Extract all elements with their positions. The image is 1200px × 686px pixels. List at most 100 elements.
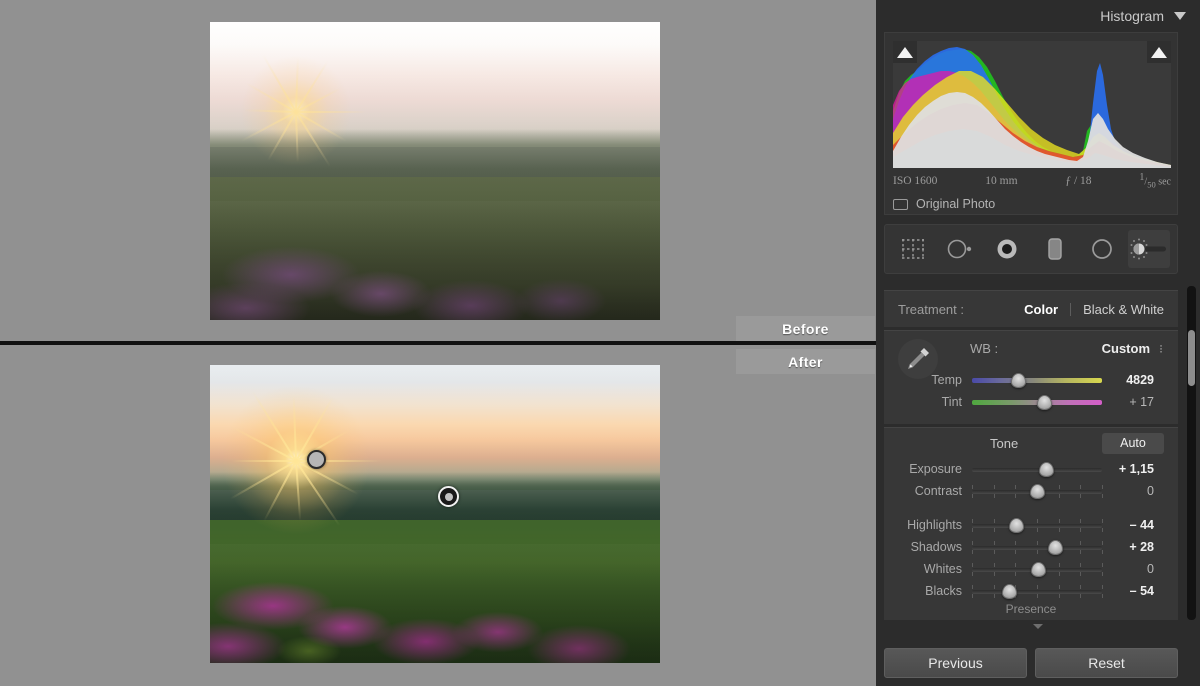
wb-value[interactable]: Custom bbox=[1102, 341, 1150, 356]
slider-value[interactable]: 0 bbox=[1102, 484, 1158, 498]
slider-value[interactable]: + 28 bbox=[1102, 540, 1158, 554]
slider-row-highlights[interactable]: Highlights – 44 bbox=[884, 514, 1178, 536]
treatment-color-option[interactable]: Color bbox=[1024, 302, 1058, 317]
slider-track[interactable] bbox=[972, 590, 1102, 594]
before-label-badge[interactable]: Before bbox=[736, 316, 875, 341]
slider-value[interactable]: – 54 bbox=[1102, 584, 1158, 598]
wb-dropdown-icon[interactable]: ⁝ bbox=[1159, 342, 1164, 356]
slider-track[interactable] bbox=[972, 378, 1102, 383]
slider-row-whites[interactable]: Whites 0 bbox=[884, 558, 1178, 580]
reset-button[interactable]: Reset bbox=[1035, 648, 1178, 678]
pin-core bbox=[444, 492, 453, 501]
slider-label: Exposure bbox=[909, 462, 962, 476]
histogram-title: Histogram bbox=[1100, 8, 1164, 24]
treatment-options: Color Black & White bbox=[1024, 302, 1164, 317]
slider-handle[interactable] bbox=[1047, 540, 1063, 555]
slider-handle[interactable] bbox=[1037, 395, 1053, 410]
panel-scrollbar-track[interactable] bbox=[1187, 286, 1196, 620]
tone-header-row: Tone Auto bbox=[884, 428, 1178, 458]
slider-track-wrap[interactable] bbox=[972, 373, 1102, 388]
slider-track[interactable] bbox=[972, 468, 1102, 472]
after-label-badge[interactable]: After bbox=[736, 349, 875, 374]
slider-track-wrap[interactable] bbox=[972, 540, 1103, 555]
slider-track-wrap[interactable] bbox=[972, 562, 1103, 577]
slider-track[interactable] bbox=[972, 524, 1102, 528]
preview-area: Before After bbox=[0, 0, 876, 686]
graduated-filter-icon bbox=[1047, 238, 1062, 260]
histogram-header[interactable]: Histogram bbox=[876, 0, 1200, 32]
tone-section: Tone Auto Exposure + 1,15 Contrast 0 Highlig… bbox=[884, 427, 1178, 620]
develop-right-panel: Histogram ISO 1600 10 mm ƒ / 18 1/50 sec… bbox=[876, 0, 1200, 686]
panel-footer: Previous Reset bbox=[884, 648, 1178, 678]
treatment-row: Treatment : Color Black & White bbox=[884, 291, 1178, 328]
tone-sliders: Exposure + 1,15 Contrast 0 Highlights – 44 Sha… bbox=[884, 458, 1178, 602]
after-pane[interactable] bbox=[0, 345, 876, 686]
photo-haze bbox=[210, 22, 660, 320]
panel-collapse-chevron-icon[interactable] bbox=[1033, 624, 1043, 629]
radial-filter-icon bbox=[1092, 239, 1112, 259]
spot-removal-tool[interactable] bbox=[939, 230, 981, 268]
slider-track-wrap[interactable] bbox=[972, 484, 1103, 499]
panel-scrollbar-thumb[interactable] bbox=[1188, 330, 1195, 386]
slider-label: Blacks bbox=[925, 584, 962, 598]
slider-handle[interactable] bbox=[1038, 462, 1054, 477]
slider-label: Shadows bbox=[910, 540, 962, 554]
treatment-bw-option[interactable]: Black & White bbox=[1083, 302, 1164, 317]
slider-value[interactable]: – 44 bbox=[1102, 518, 1158, 532]
slider-label: Highlights bbox=[907, 518, 962, 532]
slider-row-exposure[interactable]: Exposure + 1,15 bbox=[884, 458, 1178, 480]
exif-shutter-speed: 1/50 sec bbox=[1139, 172, 1171, 190]
slider-row-contrast[interactable]: Contrast 0 bbox=[884, 480, 1178, 502]
crop-overlay-tool[interactable] bbox=[892, 230, 934, 268]
slider-track-wrap[interactable] bbox=[972, 518, 1103, 533]
slider-value[interactable]: 0 bbox=[1102, 562, 1158, 576]
wb-label: WB : bbox=[970, 341, 999, 356]
exif-aperture: ƒ / 18 bbox=[1065, 175, 1092, 188]
graduated-filter-tool[interactable] bbox=[1034, 230, 1076, 268]
slider-label: Tint bbox=[941, 395, 962, 409]
spot-removal-icon bbox=[947, 239, 972, 259]
tool-strip bbox=[884, 224, 1178, 274]
slider-row-shadows[interactable]: Shadows + 28 bbox=[884, 536, 1178, 558]
exif-iso: ISO 1600 bbox=[893, 175, 938, 188]
histogram-graph[interactable] bbox=[893, 41, 1171, 168]
presence-section-label[interactable]: Presence bbox=[884, 602, 1178, 620]
before-photo[interactable] bbox=[210, 22, 660, 320]
radial-filter-tool[interactable] bbox=[1081, 230, 1123, 268]
slider-handle[interactable] bbox=[1030, 562, 1046, 577]
previous-button[interactable]: Previous bbox=[884, 648, 1027, 678]
adjustment-brush-tool[interactable] bbox=[1128, 230, 1171, 268]
slider-handle[interactable] bbox=[1011, 373, 1027, 388]
original-photo-row[interactable]: Original Photo bbox=[893, 197, 995, 211]
adjustment-pin-inactive[interactable] bbox=[307, 450, 326, 469]
slider-handle[interactable] bbox=[1029, 484, 1045, 499]
treatment-label: Treatment : bbox=[898, 302, 964, 317]
slider-value[interactable]: + 1,15 bbox=[1102, 462, 1158, 476]
triangle-up-icon bbox=[897, 46, 913, 58]
red-eye-correction-tool[interactable] bbox=[986, 230, 1028, 268]
slider-handle[interactable] bbox=[1002, 584, 1018, 599]
slider-row-tint[interactable]: Tint + 17 bbox=[884, 391, 1178, 413]
histogram-panel: ISO 1600 10 mm ƒ / 18 1/50 sec Original … bbox=[884, 32, 1178, 215]
slider-label: Temp bbox=[931, 373, 962, 387]
before-pane[interactable] bbox=[0, 0, 876, 341]
wb-sliders: Temp 4829 Tint + 17 bbox=[884, 369, 1178, 413]
slider-value[interactable]: 4829 bbox=[1102, 373, 1158, 387]
slider-row-blacks[interactable]: Blacks – 54 bbox=[884, 580, 1178, 602]
slider-value[interactable]: + 17 bbox=[1102, 395, 1158, 409]
shadow-clipping-indicator[interactable] bbox=[893, 41, 917, 63]
adjustment-pin-active[interactable] bbox=[438, 486, 459, 507]
auto-tone-button[interactable]: Auto bbox=[1102, 432, 1164, 454]
slider-label: Whites bbox=[923, 562, 962, 576]
slider-row-temp[interactable]: Temp 4829 bbox=[884, 369, 1178, 391]
slider-track-wrap[interactable] bbox=[972, 584, 1103, 599]
slider-track-wrap[interactable] bbox=[972, 462, 1102, 477]
treatment-section: Treatment : Color Black & White bbox=[884, 290, 1178, 327]
chevron-down-icon[interactable] bbox=[1174, 12, 1186, 20]
exif-focal-length: 10 mm bbox=[985, 175, 1018, 188]
highlight-clipping-indicator[interactable] bbox=[1147, 41, 1171, 63]
after-photo[interactable] bbox=[210, 365, 660, 663]
slider-track[interactable] bbox=[972, 546, 1102, 550]
slider-track-wrap[interactable] bbox=[972, 395, 1102, 410]
slider-handle[interactable] bbox=[1008, 518, 1024, 533]
